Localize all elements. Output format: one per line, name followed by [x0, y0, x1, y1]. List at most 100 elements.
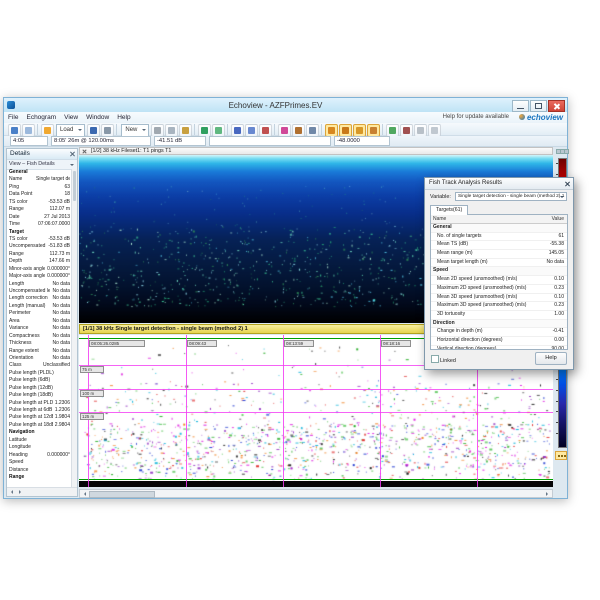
results-grid-header: Name Value	[431, 215, 567, 224]
close-view-icon[interactable]	[82, 149, 87, 154]
tool-bar: Load New	[4, 123, 567, 137]
dialog-close-icon[interactable]	[564, 181, 570, 187]
legend-tick	[556, 173, 558, 175]
close-button[interactable]	[548, 100, 565, 112]
menu-view[interactable]: View	[60, 112, 82, 123]
details-close-icon[interactable]	[69, 151, 75, 157]
depth-grid-label: 100 m	[80, 390, 104, 397]
screenshot-canvas: Echoview - AZFPrimes.EV File Echogram View…	[0, 0, 600, 600]
update-notice[interactable]: Help for update available	[443, 112, 509, 123]
scroll-right-icon[interactable]	[19, 490, 23, 494]
detail-label: Compactness	[9, 332, 40, 339]
dialog-titlebar[interactable]: Fish Track Analysis Results	[425, 178, 573, 190]
legend-tick	[556, 400, 558, 402]
results-row: Mean TS (dB) -55.38	[431, 241, 567, 251]
detail-row: TS color -53.53 dB	[7, 199, 72, 206]
menu-file[interactable]: File	[4, 112, 22, 123]
region-icon-glyph	[342, 127, 350, 134]
result-value: 0.10	[554, 276, 564, 283]
details-panel-title: Details	[10, 150, 30, 157]
detail-label: Pulse length at 18dB	[9, 421, 53, 428]
maximize-button[interactable]	[530, 100, 547, 112]
detail-row: Pulse length at 18dB 2.9804	[7, 422, 72, 429]
detail-row: Date 27 Jul 2013	[7, 214, 72, 221]
time-gridline	[283, 335, 284, 487]
linked-checkbox[interactable]	[431, 355, 439, 363]
detail-row: Range 112.07 m	[7, 206, 72, 213]
detail-value: 0.000000°	[47, 451, 70, 458]
time-grid-label: 08:09:43	[187, 340, 217, 347]
fish-track-icon-glyph	[328, 127, 336, 134]
detail-row: Major-axis angle 0.000000°	[7, 273, 72, 280]
fish-track-analysis-dialog: Fish Track Analysis Results Variable: Si…	[424, 177, 574, 370]
horizontal-scrollbar[interactable]	[79, 489, 553, 498]
result-name: No. of single targets	[437, 232, 482, 239]
menu-echogram[interactable]: Echogram	[22, 112, 60, 123]
scroll-left-icon[interactable]	[82, 492, 86, 496]
stop-icon-glyph	[403, 127, 411, 134]
details-vertical-scrollbar[interactable]	[71, 169, 77, 487]
results-row: Maximum 2D speed (unsmoothed) (m/s) 0.23	[431, 285, 567, 294]
detail-label: Date	[9, 213, 20, 220]
results-row: Mean range (m) 145.05	[431, 250, 567, 259]
cut-icon-glyph	[154, 127, 162, 134]
result-value: -0.41	[552, 328, 564, 335]
legend-tool-buttons[interactable]	[555, 451, 567, 460]
menu-window[interactable]: Window	[82, 112, 113, 123]
detail-row: Thickness No data	[7, 340, 72, 347]
detail-value: 63	[64, 183, 70, 190]
forward-icon-glyph	[25, 127, 32, 134]
detail-label: Length	[9, 280, 25, 287]
result-value	[532, 320, 567, 328]
legend-close-icon[interactable]	[564, 149, 569, 154]
open-file-icon-glyph	[44, 127, 51, 134]
details-scroll-thumb[interactable]	[72, 171, 76, 201]
results-row: Change in depth (m) -0.41	[431, 328, 567, 337]
echoview-logo: echoview	[519, 112, 563, 123]
result-name: 3D tortuosity	[437, 310, 466, 317]
minimize-button[interactable]	[512, 100, 529, 112]
time-gridline	[88, 335, 89, 487]
detail-label: Range	[9, 206, 24, 213]
detail-row: Pulse length (6dB)	[7, 377, 72, 384]
detail-row: Longitude	[7, 444, 72, 451]
details-panel: Details View – Fish Details General Name S…	[6, 148, 78, 497]
results-section-row: Speed	[431, 267, 567, 277]
readout-bar: 4:05 8:05' 26m @ 120.00ms -41.51 dB -48.000…	[4, 136, 567, 147]
variable-dropdown[interactable]: Single target detection - single beam (m…	[455, 192, 567, 201]
result-name: Maximum 2D speed (unsmoothed) (m/s)	[437, 284, 527, 291]
details-horizontal-scrollbar[interactable]	[7, 487, 77, 496]
detail-label: Longitude	[9, 444, 31, 451]
scroll-left-icon[interactable]	[9, 490, 13, 494]
results-row: Mean 2D speed (unsmoothed) (m/s) 0.10	[431, 276, 567, 285]
detail-value: -51.83 dB	[48, 243, 70, 250]
detail-label: Latitude	[9, 436, 27, 443]
single-target-icon-glyph	[370, 127, 378, 134]
result-name: Speed	[433, 267, 449, 274]
detail-value: 147.66 m	[49, 258, 70, 265]
details-section: Target	[9, 228, 24, 235]
detail-label: TS color	[9, 235, 28, 242]
toolbar-separator	[116, 124, 118, 135]
detail-value: 2.9804	[54, 421, 70, 428]
pencil-icon-glyph	[295, 127, 303, 134]
detail-label: Major-axis angle	[9, 273, 46, 280]
play-icon-glyph	[389, 127, 397, 134]
detail-label: Pulse length at 6dB	[9, 407, 53, 413]
grid-line-bottom	[79, 479, 553, 480]
detail-value: No data	[52, 288, 70, 294]
legend-tick	[556, 163, 558, 164]
detail-row: Time 07:06:07.0000	[7, 221, 72, 228]
detail-label: Name	[9, 176, 23, 183]
detail-value: No data	[52, 354, 70, 361]
scrollbar-thumb[interactable]	[89, 491, 155, 498]
detail-row: Length (manual) No data	[7, 303, 72, 310]
help-button[interactable]: Help	[535, 352, 567, 365]
targets-tab[interactable]: Targets(61)	[430, 205, 469, 215]
result-name: Horizontal direction (degrees)	[437, 336, 503, 343]
detail-row: Pulse length (18dB)	[7, 392, 72, 399]
zoom-in-icon-glyph	[234, 127, 242, 134]
details-section: Range	[9, 473, 25, 480]
scroll-right-icon[interactable]	[546, 492, 550, 496]
menu-help[interactable]: Help	[113, 112, 134, 123]
